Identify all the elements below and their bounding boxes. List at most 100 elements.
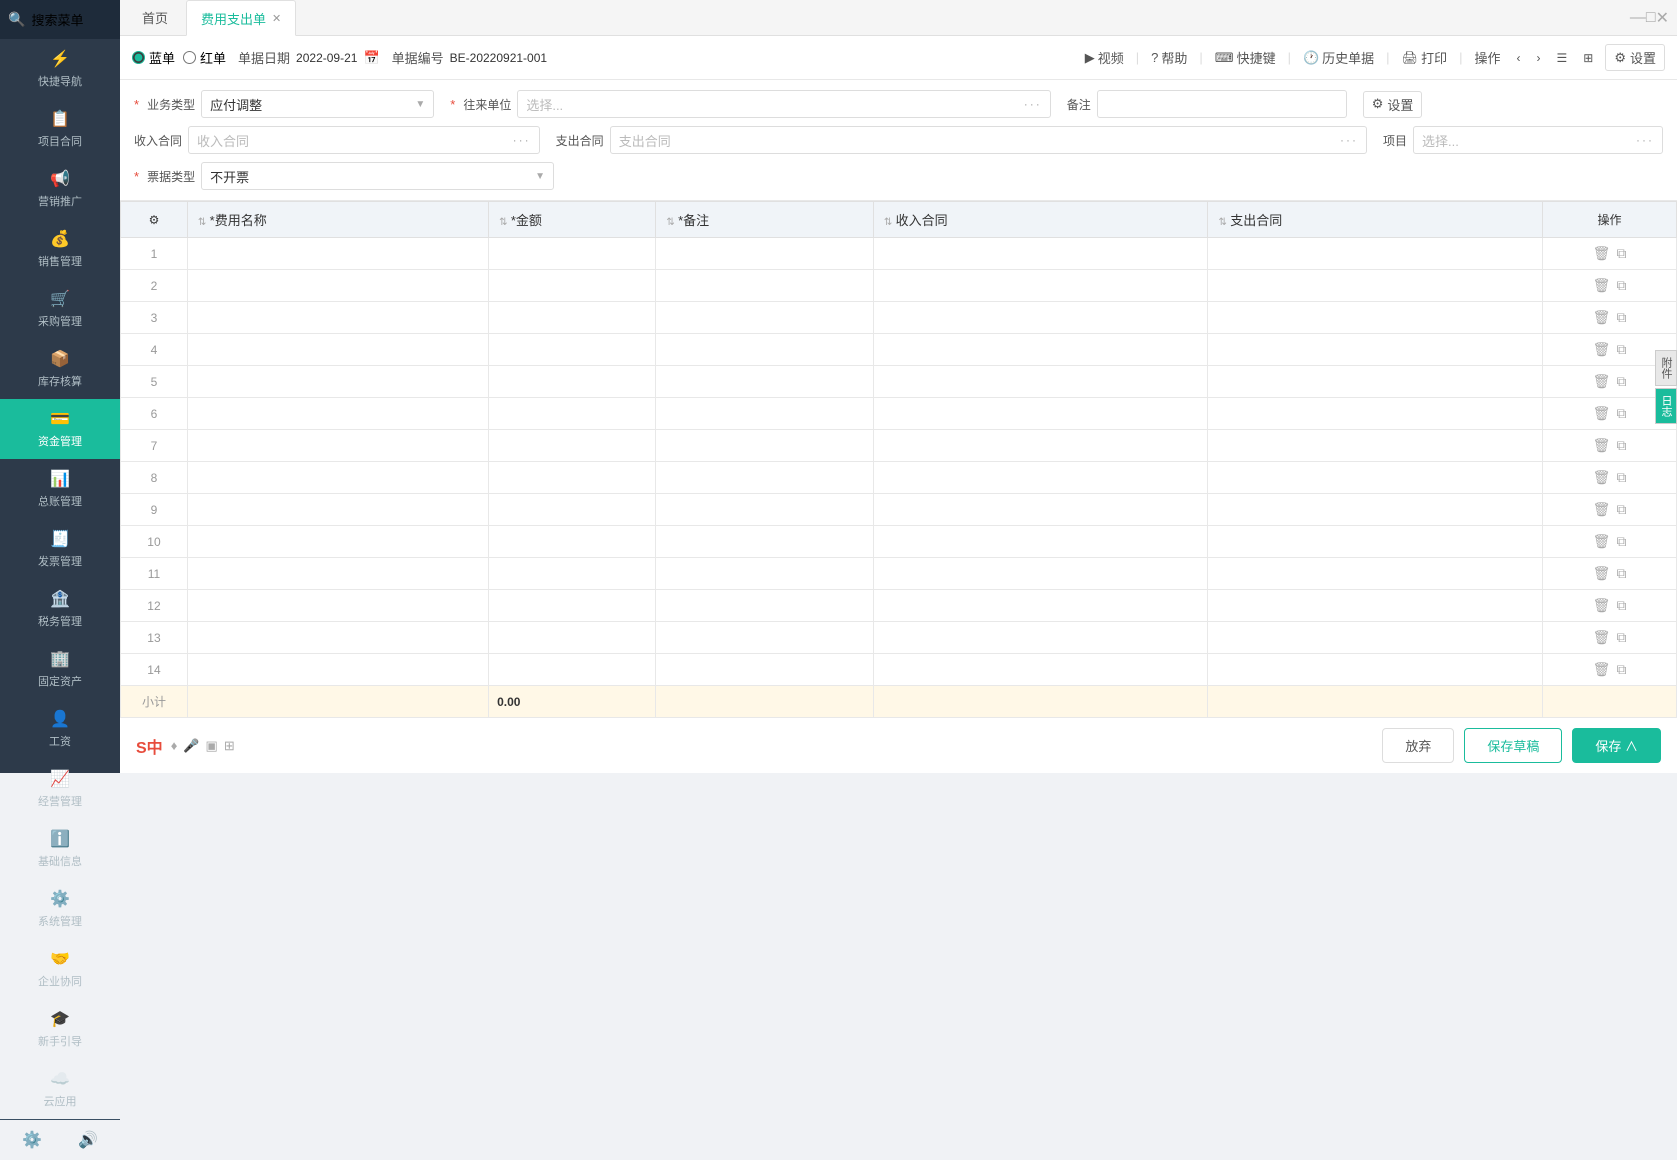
expense-contract-11[interactable] bbox=[1208, 558, 1543, 590]
delete-icon-2[interactable]: 🗑 bbox=[1593, 277, 1611, 294]
sidebar-item-inventory[interactable]: 📦 库存核算 bbox=[0, 339, 120, 399]
expense-name-1[interactable] bbox=[187, 238, 488, 270]
print-button[interactable]: 🖨 打印 bbox=[1398, 46, 1452, 69]
prev-button[interactable]: ‹ bbox=[1513, 49, 1525, 67]
expense-contract-12[interactable] bbox=[1208, 590, 1543, 622]
amount-6[interactable] bbox=[489, 398, 656, 430]
amount-7[interactable] bbox=[489, 430, 656, 462]
expense-name-13[interactable] bbox=[187, 622, 488, 654]
amount-10[interactable] bbox=[489, 526, 656, 558]
ops-button[interactable]: 操作 bbox=[1470, 46, 1504, 69]
delete-icon-11[interactable]: 🗑 bbox=[1593, 565, 1611, 582]
maximize-button[interactable]: □ bbox=[1646, 9, 1656, 27]
amount-2[interactable] bbox=[489, 270, 656, 302]
expense-contract-14[interactable] bbox=[1208, 654, 1543, 686]
note-7[interactable] bbox=[656, 430, 874, 462]
note-14[interactable] bbox=[656, 654, 874, 686]
copy-icon-5[interactable]: ⧉ bbox=[1616, 373, 1626, 390]
discard-button[interactable]: 放弃 bbox=[1382, 728, 1454, 763]
sidebar-item-newbie[interactable]: 🎓 新手引导 bbox=[0, 999, 120, 1059]
amount-13[interactable] bbox=[489, 622, 656, 654]
project-more-icon[interactable]: ··· bbox=[1636, 133, 1654, 147]
tab-expense[interactable]: 费用支出单 ✕ bbox=[186, 0, 296, 36]
sidebar-item-accounting[interactable]: 📊 总账管理 bbox=[0, 459, 120, 519]
income-contract-14[interactable] bbox=[873, 654, 1208, 686]
copy-icon-2[interactable]: ⧉ bbox=[1616, 277, 1626, 294]
note-11[interactable] bbox=[656, 558, 874, 590]
delete-icon-3[interactable]: 🗑 bbox=[1593, 309, 1611, 326]
delete-icon-6[interactable]: 🗑 bbox=[1593, 405, 1611, 422]
sidebar-item-marketing[interactable]: 📢 营销推广 bbox=[0, 159, 120, 219]
income-more-icon[interactable]: ··· bbox=[513, 133, 531, 147]
grid-view-button[interactable]: ⊞ bbox=[1579, 49, 1597, 67]
counterpart-input[interactable]: 选择... ··· bbox=[517, 90, 1050, 118]
expense-contract-8[interactable] bbox=[1208, 462, 1543, 494]
note-1[interactable] bbox=[656, 238, 874, 270]
log-panel-btn[interactable]: 日志 bbox=[1655, 388, 1677, 424]
project-input[interactable]: 选择... ··· bbox=[1413, 126, 1663, 154]
biz-type-input[interactable]: 应付调整 ▼ bbox=[201, 90, 434, 118]
note-input[interactable] bbox=[1097, 90, 1347, 118]
expense-contract-10[interactable] bbox=[1208, 526, 1543, 558]
sidebar-item-enterprise[interactable]: 🤝 企业协同 bbox=[0, 939, 120, 999]
settings-icon[interactable]: ⚙️ bbox=[22, 1130, 42, 1150]
tab-home[interactable]: 首页 bbox=[128, 0, 182, 36]
amount-3[interactable] bbox=[489, 302, 656, 334]
expense-name-5[interactable] bbox=[187, 366, 488, 398]
expense-name-11[interactable] bbox=[187, 558, 488, 590]
history-button[interactable]: 🕐 历史单据 bbox=[1299, 46, 1378, 69]
delete-icon-10[interactable]: 🗑 bbox=[1593, 533, 1611, 550]
expense-name-4[interactable] bbox=[187, 334, 488, 366]
sidebar-item-operations[interactable]: 📈 经营管理 bbox=[0, 759, 120, 819]
expense-contract-3[interactable] bbox=[1208, 302, 1543, 334]
sidebar-item-cloud-apps[interactable]: ☁️ 云应用 bbox=[0, 1059, 120, 1119]
save-draft-button[interactable]: 保存草稿 bbox=[1464, 728, 1562, 763]
note-13[interactable] bbox=[656, 622, 874, 654]
note-12[interactable] bbox=[656, 590, 874, 622]
expense-name-2[interactable] bbox=[187, 270, 488, 302]
copy-icon-10[interactable]: ⧉ bbox=[1616, 533, 1626, 550]
income-contract-13[interactable] bbox=[873, 622, 1208, 654]
amount-9[interactable] bbox=[489, 494, 656, 526]
delete-icon-7[interactable]: 🗑 bbox=[1593, 437, 1611, 454]
income-contract-input[interactable]: 收入合同 ··· bbox=[188, 126, 540, 154]
close-button[interactable]: ✕ bbox=[1656, 8, 1669, 28]
delete-icon-12[interactable]: 🗑 bbox=[1593, 597, 1611, 614]
copy-icon-4[interactable]: ⧉ bbox=[1616, 341, 1626, 358]
amount-5[interactable] bbox=[489, 366, 656, 398]
sidebar-item-system[interactable]: ⚙️ 系统管理 bbox=[0, 879, 120, 939]
video-button[interactable]: ▶ 视频 bbox=[1081, 46, 1128, 69]
copy-icon-13[interactable]: ⧉ bbox=[1616, 629, 1626, 646]
audio-icon[interactable]: 🔊 bbox=[78, 1130, 98, 1150]
expense-name-10[interactable] bbox=[187, 526, 488, 558]
next-button[interactable]: › bbox=[1533, 49, 1545, 67]
copy-icon-8[interactable]: ⧉ bbox=[1616, 469, 1626, 486]
help-button[interactable]: ? 帮助 bbox=[1147, 46, 1191, 69]
radio-blue[interactable]: 蓝单 bbox=[132, 48, 175, 67]
expense-contract-7[interactable] bbox=[1208, 430, 1543, 462]
sidebar-item-basic-info[interactable]: ℹ️ 基础信息 bbox=[0, 819, 120, 879]
expense-contract-13[interactable] bbox=[1208, 622, 1543, 654]
copy-icon-11[interactable]: ⧉ bbox=[1616, 565, 1626, 582]
shortcut-button[interactable]: ⌨ 快捷键 bbox=[1211, 46, 1280, 69]
income-contract-7[interactable] bbox=[873, 430, 1208, 462]
copy-icon-1[interactable]: ⧉ bbox=[1616, 245, 1626, 262]
radio-red-input[interactable] bbox=[183, 51, 196, 64]
sidebar-item-purchase[interactable]: 🛒 采购管理 bbox=[0, 279, 120, 339]
invoice-type-input[interactable]: 不开票 ▼ bbox=[201, 162, 554, 190]
sidebar-item-tax[interactable]: 🏦 税务管理 bbox=[0, 579, 120, 639]
expense-name-12[interactable] bbox=[187, 590, 488, 622]
sidebar-item-quick-nav[interactable]: ⚡ 快捷导航 bbox=[0, 39, 120, 99]
income-contract-12[interactable] bbox=[873, 590, 1208, 622]
income-contract-1[interactable] bbox=[873, 238, 1208, 270]
note-5[interactable] bbox=[656, 366, 874, 398]
income-contract-6[interactable] bbox=[873, 398, 1208, 430]
form-settings-button[interactable]: ⚙ 设置 bbox=[1363, 91, 1423, 118]
income-contract-9[interactable] bbox=[873, 494, 1208, 526]
expense-contract-1[interactable] bbox=[1208, 238, 1543, 270]
attachment-panel-btn[interactable]: 附件 bbox=[1655, 350, 1677, 386]
income-contract-10[interactable] bbox=[873, 526, 1208, 558]
note-9[interactable] bbox=[656, 494, 874, 526]
delete-icon-1[interactable]: 🗑 bbox=[1593, 245, 1611, 262]
copy-icon-6[interactable]: ⧉ bbox=[1616, 405, 1626, 422]
